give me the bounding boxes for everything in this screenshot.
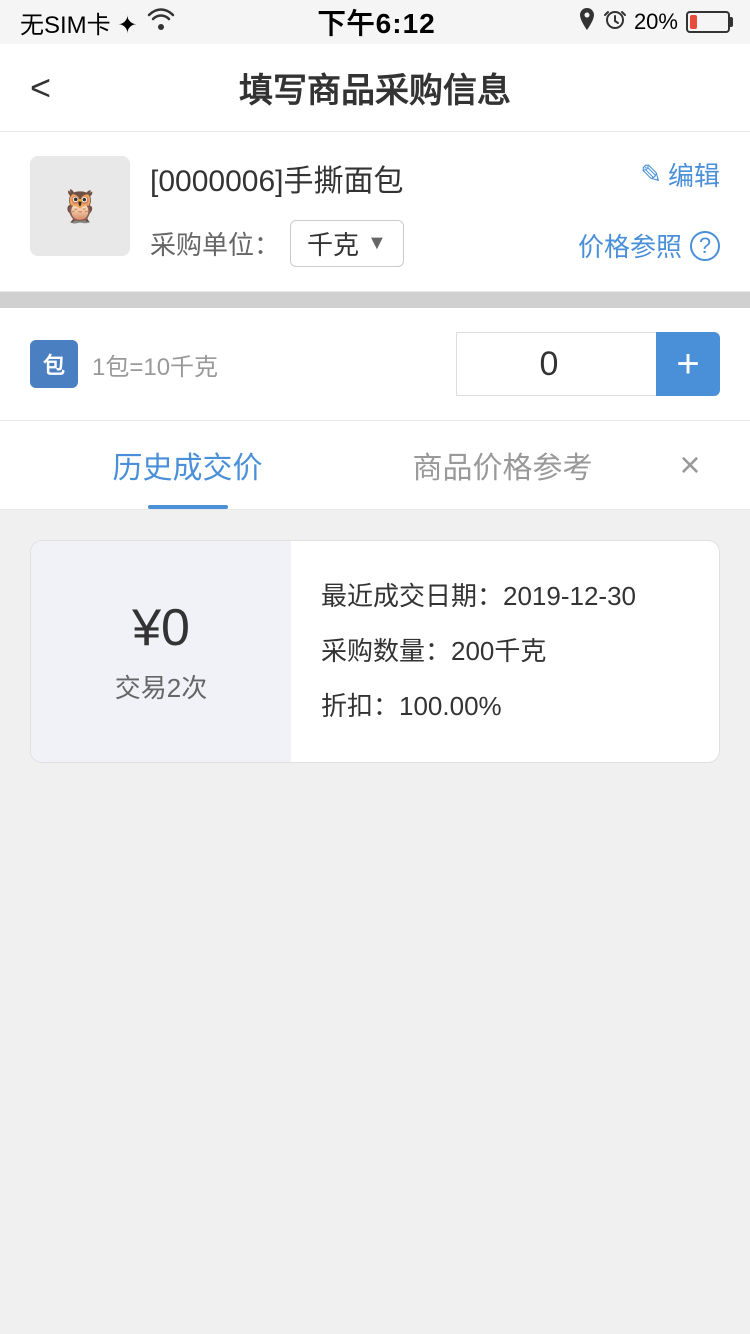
unit-value: 千克: [307, 225, 359, 262]
alarm-icon: [604, 8, 626, 36]
product-thumbnail: 🦉: [30, 156, 130, 256]
battery-percent: 20%: [634, 9, 678, 35]
price-ref-info-icon: ?: [690, 231, 720, 261]
unit-label: 采购单位：: [150, 225, 280, 262]
back-button[interactable]: <: [30, 67, 51, 109]
product-actions: ✎ 编辑 价格参照 ?: [578, 156, 720, 264]
tab-history-label: 历史成交价: [113, 443, 263, 487]
history-date-value: 2019-12-30: [503, 581, 636, 611]
quantity-conversion: 1包=10千克: [92, 347, 218, 382]
history-quantity-row: 采购数量：200千克: [321, 632, 689, 671]
status-left: 无SIM卡 ✦: [20, 5, 175, 40]
tab-product-price-label: 商品价格参考: [413, 443, 593, 487]
unit-dropdown-arrow: ▼: [367, 232, 387, 255]
history-price-card: ¥0 交易2次 最近成交日期：2019-12-30 采购数量：200千克 折扣：…: [30, 540, 720, 763]
history-trade-times: 交易2次: [115, 668, 207, 705]
quantity-plus-button[interactable]: +: [656, 332, 720, 396]
quantity-unit-char: 包: [43, 348, 65, 380]
location-icon: [578, 8, 596, 36]
quantity-input[interactable]: [456, 332, 656, 396]
edit-icon: ✎: [640, 159, 662, 190]
product-name: [0000006]手撕面包: [150, 156, 578, 200]
history-price-left: ¥0 交易2次: [31, 541, 291, 762]
status-right: 20%: [578, 8, 730, 36]
wifi-icon: [147, 8, 175, 37]
main-content: ¥0 交易2次 最近成交日期：2019-12-30 采购数量：200千克 折扣：…: [0, 540, 750, 1240]
history-discount-value: 100.00%: [399, 691, 502, 721]
product-card: 🦉 [0000006]手撕面包 采购单位： 千克 ▼ ✎ 编辑 价格参照: [0, 132, 750, 292]
history-date-row: 最近成交日期：2019-12-30: [321, 577, 689, 616]
edit-button[interactable]: ✎ 编辑: [640, 156, 720, 193]
tab-close-button[interactable]: ×: [660, 421, 720, 509]
unit-select[interactable]: 千克 ▼: [290, 220, 404, 267]
history-date-label: 最近成交日期：: [321, 581, 503, 611]
quantity-input-group: +: [456, 332, 720, 396]
history-price-right: 最近成交日期：2019-12-30 采购数量：200千克 折扣：100.00%: [291, 541, 719, 762]
page-title: 填写商品采购信息: [239, 63, 511, 112]
carrier-text: 无SIM卡 ✦: [20, 5, 137, 40]
history-discount-row: 折扣：100.00%: [321, 687, 689, 726]
quantity-label-group: 包 1包=10千克: [30, 340, 218, 388]
history-discount-label: 折扣：: [321, 691, 399, 721]
edit-label: 编辑: [668, 156, 720, 193]
tab-product-price-ref[interactable]: 商品价格参考: [345, 421, 660, 509]
history-price-value: ¥0: [132, 598, 190, 658]
status-time: 下午6:12: [318, 2, 436, 42]
quantity-unit-icon: 包: [30, 340, 78, 388]
gray-divider: [0, 292, 750, 308]
tabs-container: 历史成交价 商品价格参考 ×: [0, 421, 750, 510]
tab-history-price[interactable]: 历史成交价: [30, 421, 345, 509]
status-bar: 无SIM卡 ✦ 下午6:12 20%: [0, 0, 750, 44]
product-info: [0000006]手撕面包 采购单位： 千克 ▼: [150, 156, 578, 267]
nav-bar: < 填写商品采购信息: [0, 44, 750, 132]
product-thumb-icon: 🦉: [60, 187, 100, 225]
price-ref-label: 价格参照: [578, 227, 682, 264]
quantity-row: 包 1包=10千克 +: [0, 308, 750, 421]
price-ref-button[interactable]: 价格参照 ?: [578, 227, 720, 264]
history-quantity-value: 200千克: [451, 636, 546, 666]
battery-icon: [686, 11, 730, 33]
tab-underline: [148, 505, 228, 509]
history-quantity-label: 采购数量：: [321, 636, 451, 666]
